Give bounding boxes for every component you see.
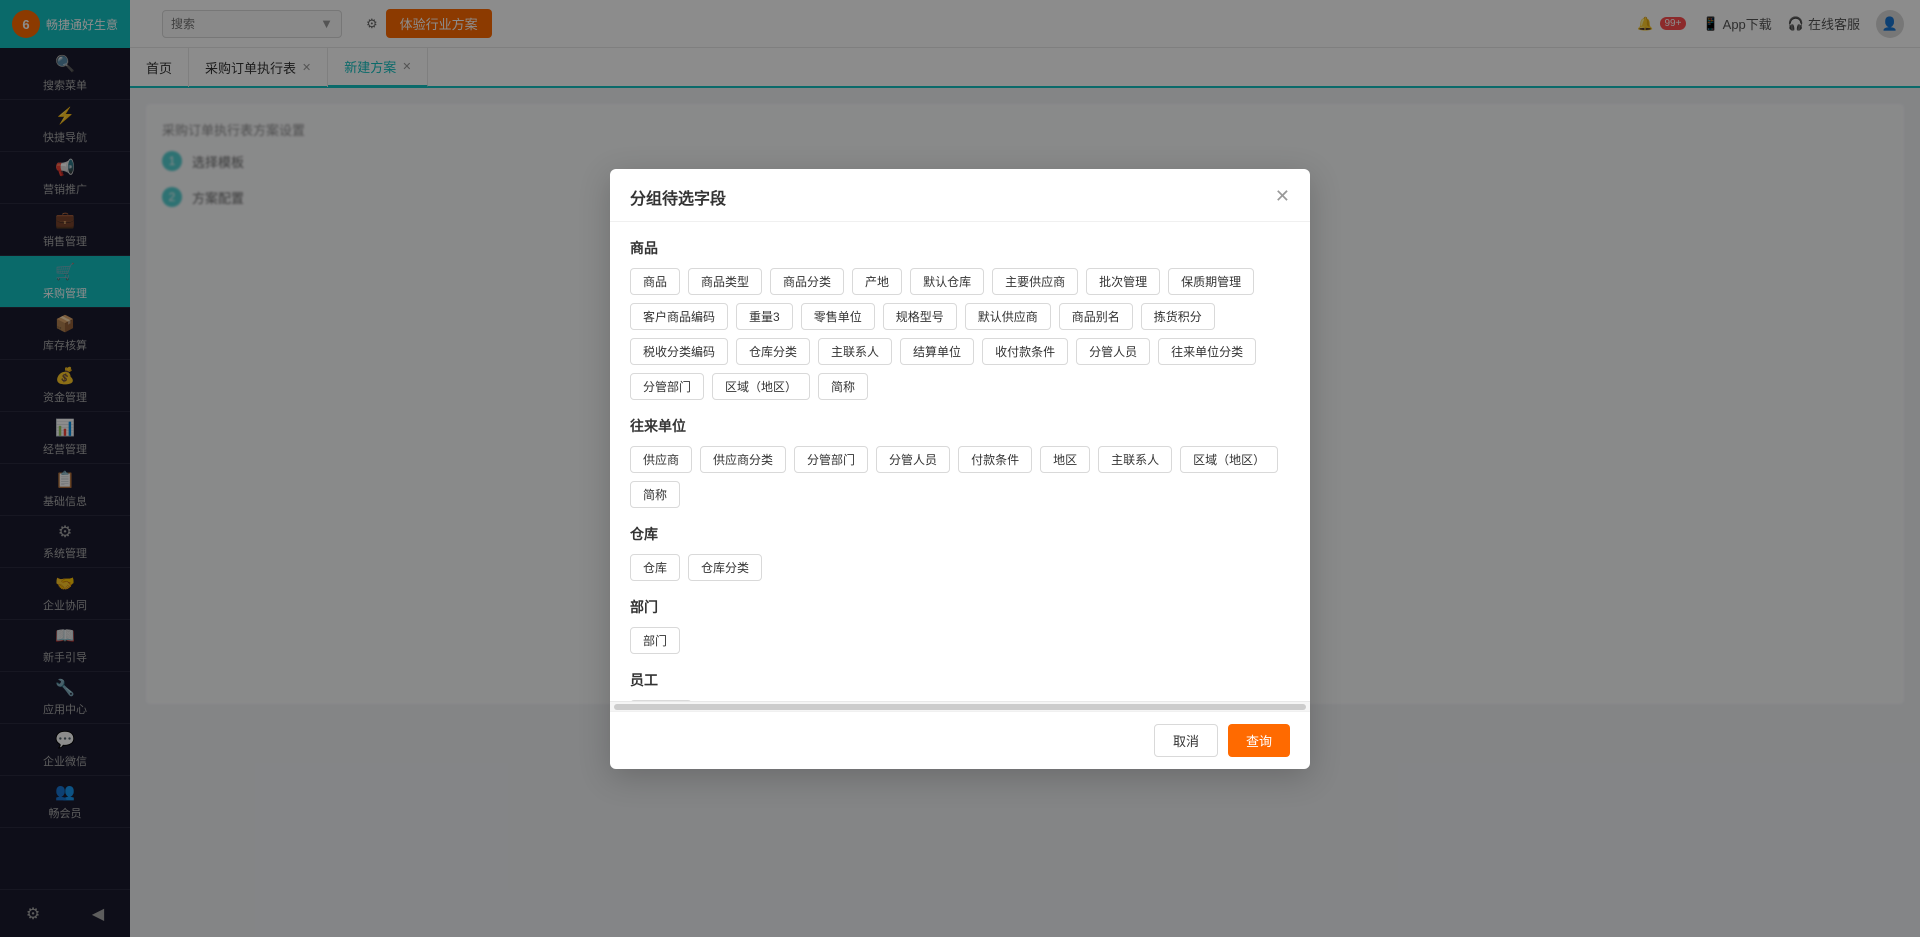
field-tag-0-12[interactable]: 默认供应商 (965, 303, 1051, 330)
field-tag-0-17[interactable]: 主联系人 (818, 338, 892, 365)
section-title-1: 往来单位 (630, 416, 1290, 436)
field-tag-0-24[interactable]: 简称 (818, 373, 868, 400)
field-tag-0-1[interactable]: 商品类型 (688, 268, 762, 295)
field-section-1: 往来单位供应商供应商分类分管部门分管人员付款条件地区主联系人区域（地区） 简称 (630, 416, 1290, 508)
field-tags-1: 供应商供应商分类分管部门分管人员付款条件地区主联系人区域（地区） 简称 (630, 446, 1290, 508)
field-section-4: 员工业务员 (630, 670, 1290, 701)
field-tag-0-14[interactable]: 拣货积分 (1141, 303, 1215, 330)
section-title-3: 部门 (630, 597, 1290, 617)
field-section-2: 仓库仓库仓库分类 (630, 524, 1290, 581)
field-tag-3-0[interactable]: 部门 (630, 627, 680, 654)
field-tag-0-4[interactable]: 默认仓库 (910, 268, 984, 295)
field-tag-0-6[interactable]: 批次管理 (1086, 268, 1160, 295)
section-title-4: 员工 (630, 670, 1290, 690)
field-tag-2-1[interactable]: 仓库分类 (688, 554, 762, 581)
field-tag-0-0[interactable]: 商品 (630, 268, 680, 295)
field-tag-0-21[interactable]: 往来单位分类 (1158, 338, 1256, 365)
field-tag-0-16[interactable]: 仓库分类 (736, 338, 810, 365)
modal-body: 商品商品商品类型商品分类产地默认仓库主要供应商批次管理保质期管理客户商品编码重量… (610, 222, 1310, 701)
field-tag-0-3[interactable]: 产地 (852, 268, 902, 295)
field-tag-1-4[interactable]: 付款条件 (958, 446, 1032, 473)
field-tag-0-23[interactable]: 区域（地区） (712, 373, 810, 400)
field-tag-0-2[interactable]: 商品分类 (770, 268, 844, 295)
modal: 分组待选字段 ✕ 商品商品商品类型商品分类产地默认仓库主要供应商批次管理保质期管… (610, 169, 1310, 769)
field-tag-0-11[interactable]: 规格型号 (883, 303, 957, 330)
field-tag-1-1[interactable]: 供应商分类 (700, 446, 786, 473)
cancel-button[interactable]: 取消 (1154, 724, 1218, 757)
field-tag-0-8[interactable]: 客户商品编码 (630, 303, 728, 330)
field-tag-1-0[interactable]: 供应商 (630, 446, 692, 473)
field-tag-1-5[interactable]: 地区 (1040, 446, 1090, 473)
field-tag-1-2[interactable]: 分管部门 (794, 446, 868, 473)
field-tags-2: 仓库仓库分类 (630, 554, 1290, 581)
confirm-button[interactable]: 查询 (1228, 724, 1290, 757)
field-tag-0-22[interactable]: 分管部门 (630, 373, 704, 400)
modal-horizontal-scroll[interactable] (610, 701, 1310, 711)
field-tag-1-3[interactable]: 分管人员 (876, 446, 950, 473)
field-section-3: 部门部门 (630, 597, 1290, 654)
field-tag-0-19[interactable]: 收付款条件 (982, 338, 1068, 365)
field-tag-0-18[interactable]: 结算单位 (900, 338, 974, 365)
field-tags-3: 部门 (630, 627, 1290, 654)
field-tag-0-10[interactable]: 零售单位 (801, 303, 875, 330)
modal-overlay: 分组待选字段 ✕ 商品商品商品类型商品分类产地默认仓库主要供应商批次管理保质期管… (0, 0, 1920, 937)
field-tag-1-6[interactable]: 主联系人 (1098, 446, 1172, 473)
field-section-0: 商品商品商品类型商品分类产地默认仓库主要供应商批次管理保质期管理客户商品编码重量… (630, 238, 1290, 400)
field-tag-0-9[interactable]: 重量3 (736, 303, 793, 330)
field-tag-0-15[interactable]: 税收分类编码 (630, 338, 728, 365)
section-title-2: 仓库 (630, 524, 1290, 544)
section-title-0: 商品 (630, 238, 1290, 258)
modal-close-button[interactable]: ✕ (1275, 186, 1290, 207)
field-tag-0-13[interactable]: 商品别名 (1059, 303, 1133, 330)
field-tag-1-7[interactable]: 区域（地区） (1180, 446, 1278, 473)
field-tags-0: 商品商品类型商品分类产地默认仓库主要供应商批次管理保质期管理客户商品编码重量3 零… (630, 268, 1290, 400)
field-tag-2-0[interactable]: 仓库 (630, 554, 680, 581)
modal-footer: 取消 查询 (610, 711, 1310, 769)
field-tag-1-8[interactable]: 简称 (630, 481, 680, 508)
scroll-thumb (614, 704, 1306, 710)
field-tag-0-7[interactable]: 保质期管理 (1168, 268, 1254, 295)
field-tag-0-5[interactable]: 主要供应商 (992, 268, 1078, 295)
modal-header: 分组待选字段 ✕ (610, 169, 1310, 222)
modal-title: 分组待选字段 (630, 185, 726, 209)
field-tag-0-20[interactable]: 分管人员 (1076, 338, 1150, 365)
